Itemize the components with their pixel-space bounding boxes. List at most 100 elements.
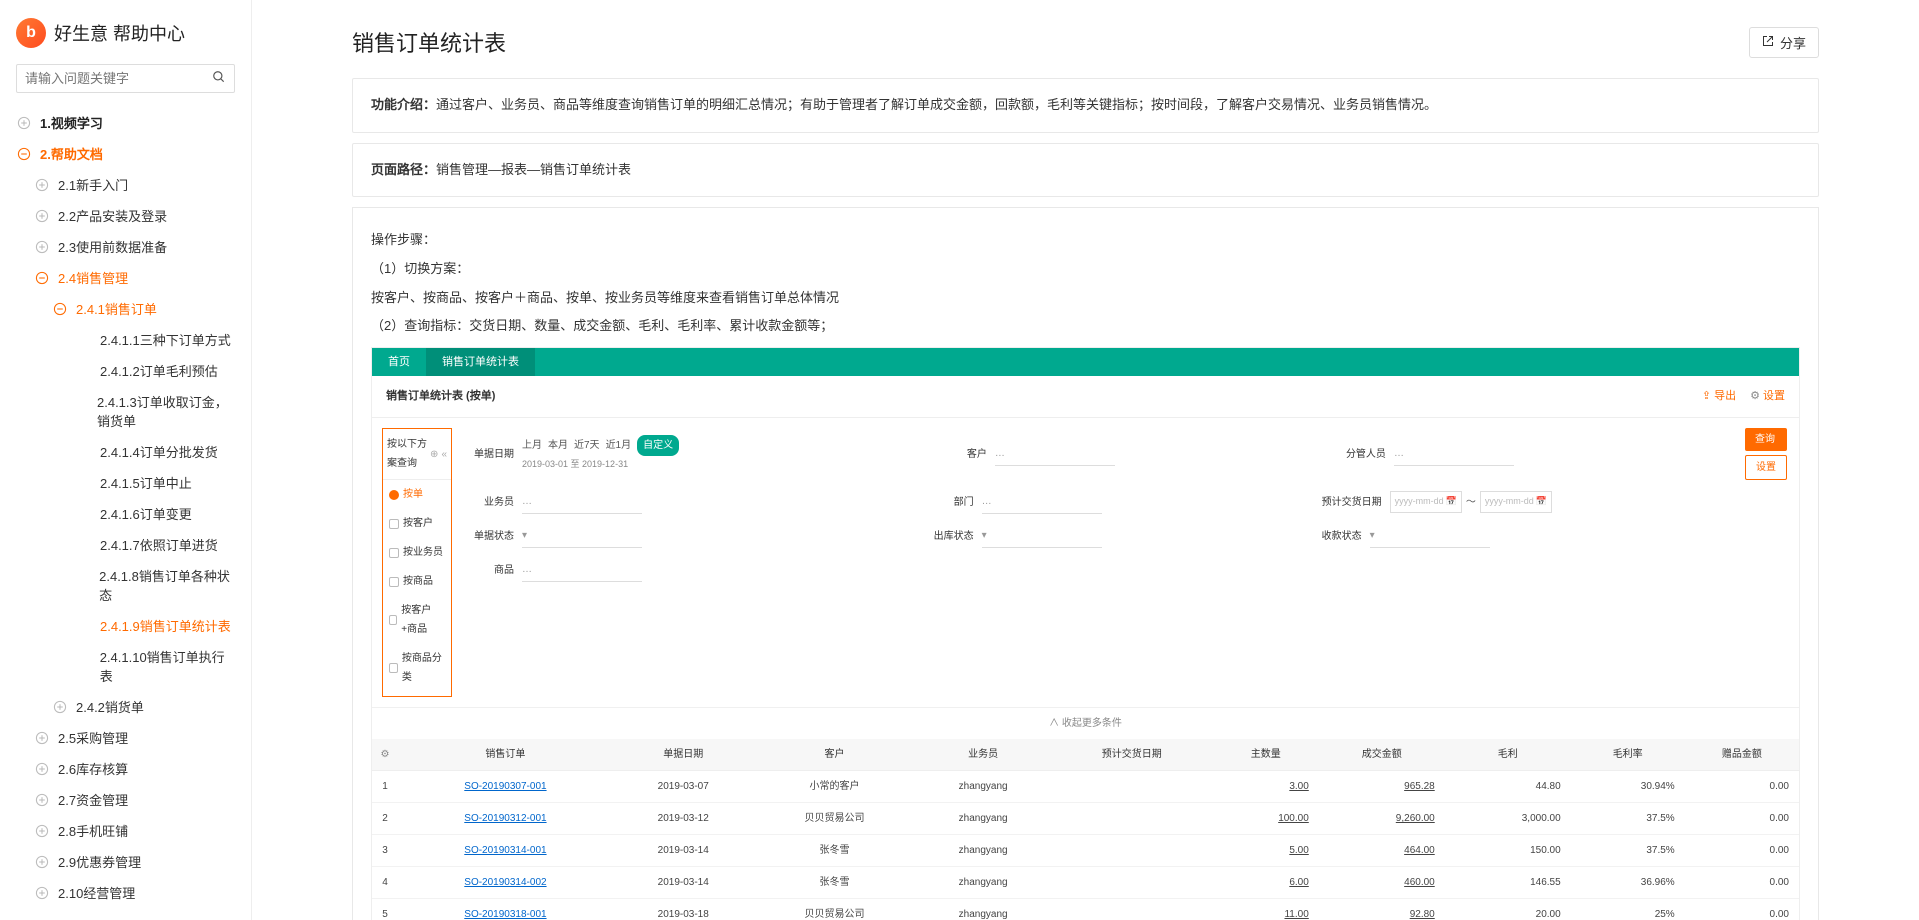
input-manager[interactable]: … bbox=[1394, 442, 1514, 466]
nav-label: 2.10经营管理 bbox=[58, 883, 135, 902]
gear-icon[interactable]: ⚙ bbox=[381, 749, 390, 760]
nav-item[interactable]: 2.4.1.10销售订单执行表 bbox=[16, 641, 235, 691]
nav-item[interactable]: 2.4.1.4订单分批发货 bbox=[16, 436, 235, 467]
plus-icon[interactable] bbox=[16, 115, 32, 131]
nav-item[interactable]: 2.4销售管理 bbox=[16, 262, 235, 293]
nav-label: 2.4.1.3订单收取订金，销货单 bbox=[97, 392, 235, 430]
minus-icon[interactable] bbox=[52, 301, 68, 317]
steps-block: 操作步骤： （1）切换方案： 按客户、按商品、按客户＋商品、按单、按业务员等维度… bbox=[352, 207, 1819, 920]
scheme-option[interactable]: 按客户 bbox=[383, 509, 451, 538]
step-1-desc: 按客户、按商品、按客户＋商品、按单、按业务员等维度来查看销售订单总体情况 bbox=[371, 286, 1800, 311]
search-box[interactable] bbox=[16, 64, 235, 93]
input-recv-status[interactable]: ▾ bbox=[1370, 524, 1490, 548]
ss1-tab-home[interactable]: 首页 bbox=[372, 348, 426, 376]
table-row: 2SO-20190312-0012019-03-12贝贝贸易公司zhangyan… bbox=[372, 803, 1799, 835]
nav-item[interactable]: 2.4.2销货单 bbox=[16, 691, 235, 722]
plus-icon[interactable] bbox=[52, 699, 68, 715]
share-button[interactable]: 分享 bbox=[1749, 27, 1819, 58]
plus-icon[interactable] bbox=[34, 730, 50, 746]
share-label: 分享 bbox=[1780, 33, 1806, 52]
scheme-option[interactable]: 按商品分类 bbox=[383, 644, 451, 692]
table-row: 1SO-20190307-0012019-03-07小常的客户zhangyang… bbox=[372, 771, 1799, 803]
nav-label: 2.4销售管理 bbox=[58, 268, 128, 287]
nav-item[interactable]: 2.6库存核算 bbox=[16, 753, 235, 784]
date-quick-tabs[interactable]: 上月 本月 近7天 近1月 自定义 bbox=[522, 435, 679, 456]
nav-item[interactable]: 1.视频学习 bbox=[16, 107, 235, 138]
plus-icon[interactable] bbox=[34, 823, 50, 839]
ss1-tabs: 首页 销售订单统计表 bbox=[372, 348, 1799, 376]
plus-icon[interactable] bbox=[34, 761, 50, 777]
ss1-export-button[interactable]: ⇪ 导出 bbox=[1702, 386, 1736, 407]
nav-item[interactable]: 2.5采购管理 bbox=[16, 722, 235, 753]
order-link[interactable]: SO-20190307-001 bbox=[398, 771, 613, 803]
plus-icon[interactable] bbox=[34, 885, 50, 901]
input-goods[interactable]: … bbox=[522, 558, 642, 582]
label-manager: 分管人员 bbox=[1346, 445, 1386, 464]
nav-item[interactable]: 2.8手机旺铺 bbox=[16, 815, 235, 846]
plus-icon[interactable]: ⊕ bbox=[430, 445, 438, 464]
scheme-option[interactable]: 按客户+商品 bbox=[383, 596, 451, 644]
label-customer: 客户 bbox=[947, 445, 987, 464]
nav-label: 2.4.2销货单 bbox=[76, 697, 144, 716]
minus-icon[interactable] bbox=[16, 146, 32, 162]
input-out-status[interactable]: ▾ bbox=[982, 524, 1102, 548]
plus-icon[interactable] bbox=[34, 239, 50, 255]
nav-label: 2.4.1.7依照订单进货 bbox=[100, 535, 218, 554]
order-link[interactable]: SO-20190314-002 bbox=[398, 867, 613, 899]
plus-icon[interactable] bbox=[34, 792, 50, 808]
nav-item[interactable]: 2.7资金管理 bbox=[16, 784, 235, 815]
nav-label: 2.4.1.2订单毛利预估 bbox=[100, 361, 218, 380]
input-salesman[interactable]: … bbox=[522, 490, 642, 514]
col-header: 销售订单 bbox=[398, 739, 613, 771]
nav-item[interactable]: 2.帮助文档 bbox=[16, 138, 235, 169]
input-dept[interactable]: … bbox=[982, 490, 1102, 514]
scheme-option[interactable]: 按商品 bbox=[383, 567, 451, 596]
plus-icon[interactable] bbox=[34, 854, 50, 870]
nav-label: 2.4.1.4订单分批发货 bbox=[100, 442, 218, 461]
scheme-option[interactable]: 按单 bbox=[383, 480, 451, 509]
ss1-settings-button[interactable]: ⚙ 设置 bbox=[1750, 386, 1785, 407]
nav-item[interactable]: 2.4.1.6订单变更 bbox=[16, 498, 235, 529]
ss1-filters: 单据日期 上月 本月 近7天 近1月 自定义 2019 bbox=[462, 418, 1799, 707]
label-date: 单据日期 bbox=[474, 445, 514, 464]
plus-icon[interactable] bbox=[34, 208, 50, 224]
input-status[interactable]: ▾ bbox=[522, 524, 642, 548]
nav-item[interactable]: 2.4.1销售订单 bbox=[16, 293, 235, 324]
order-link[interactable]: SO-20190318-001 bbox=[398, 899, 613, 920]
search-icon[interactable] bbox=[212, 70, 226, 87]
nav-item[interactable]: 2.4.1.2订单毛利预估 bbox=[16, 355, 235, 386]
nav-item[interactable]: 2.1新手入门 bbox=[16, 169, 235, 200]
nav-item[interactable]: 2.3使用前数据准备 bbox=[16, 231, 235, 262]
nav-item[interactable]: 2.9优惠券管理 bbox=[16, 846, 235, 877]
date-from[interactable]: yyyy-mm-dd📅 bbox=[1390, 491, 1462, 512]
col-header: 赠品金额 bbox=[1685, 739, 1799, 771]
nav-item[interactable]: 2.4.1.5订单中止 bbox=[16, 467, 235, 498]
sidebar: b 好生意 帮助中心 1.视频学习2.帮助文档2.1新手入门2.2产品安装及登录… bbox=[0, 0, 252, 920]
nav-label: 2.4.1.6订单变更 bbox=[100, 504, 192, 523]
left-icon[interactable]: « bbox=[441, 445, 447, 464]
minus-icon[interactable] bbox=[34, 270, 50, 286]
nav-item[interactable]: 2.10经营管理 bbox=[16, 877, 235, 908]
nav-item[interactable]: 2.4.1.1三种下订单方式 bbox=[16, 324, 235, 355]
brand: b 好生意 帮助中心 bbox=[16, 18, 235, 48]
collapse-bar[interactable]: ∧ 收起更多条件 bbox=[372, 707, 1799, 739]
search-input[interactable] bbox=[25, 71, 212, 86]
plus-icon[interactable] bbox=[34, 177, 50, 193]
scheme-option[interactable]: 按业务员 bbox=[383, 538, 451, 567]
nav-item[interactable]: 2.4.1.3订单收取订金，销货单 bbox=[16, 386, 235, 436]
nav-item[interactable]: 2.4.1.7依照订单进货 bbox=[16, 529, 235, 560]
query-button[interactable]: 查询 bbox=[1745, 428, 1787, 451]
ss1-tab-report[interactable]: 销售订单统计表 bbox=[426, 348, 535, 376]
set-button[interactable]: 设置 bbox=[1745, 455, 1787, 480]
intro-card: 功能介绍：通过客户、业务员、商品等维度查询销售订单的明细汇总情况；有助于管理者了… bbox=[352, 78, 1819, 133]
date-to[interactable]: yyyy-mm-dd📅 bbox=[1480, 491, 1552, 512]
nav-label: 2.8手机旺铺 bbox=[58, 821, 128, 840]
label-goods: 商品 bbox=[474, 561, 514, 580]
order-link[interactable]: SO-20190314-001 bbox=[398, 835, 613, 867]
input-customer[interactable]: … bbox=[995, 442, 1115, 466]
nav-label: 2.9优惠券管理 bbox=[58, 852, 141, 871]
nav-item[interactable]: 2.4.1.9销售订单统计表 bbox=[16, 610, 235, 641]
order-link[interactable]: SO-20190312-001 bbox=[398, 803, 613, 835]
nav-item[interactable]: 2.4.1.8销售订单各种状态 bbox=[16, 560, 235, 610]
nav-item[interactable]: 2.2产品安装及登录 bbox=[16, 200, 235, 231]
